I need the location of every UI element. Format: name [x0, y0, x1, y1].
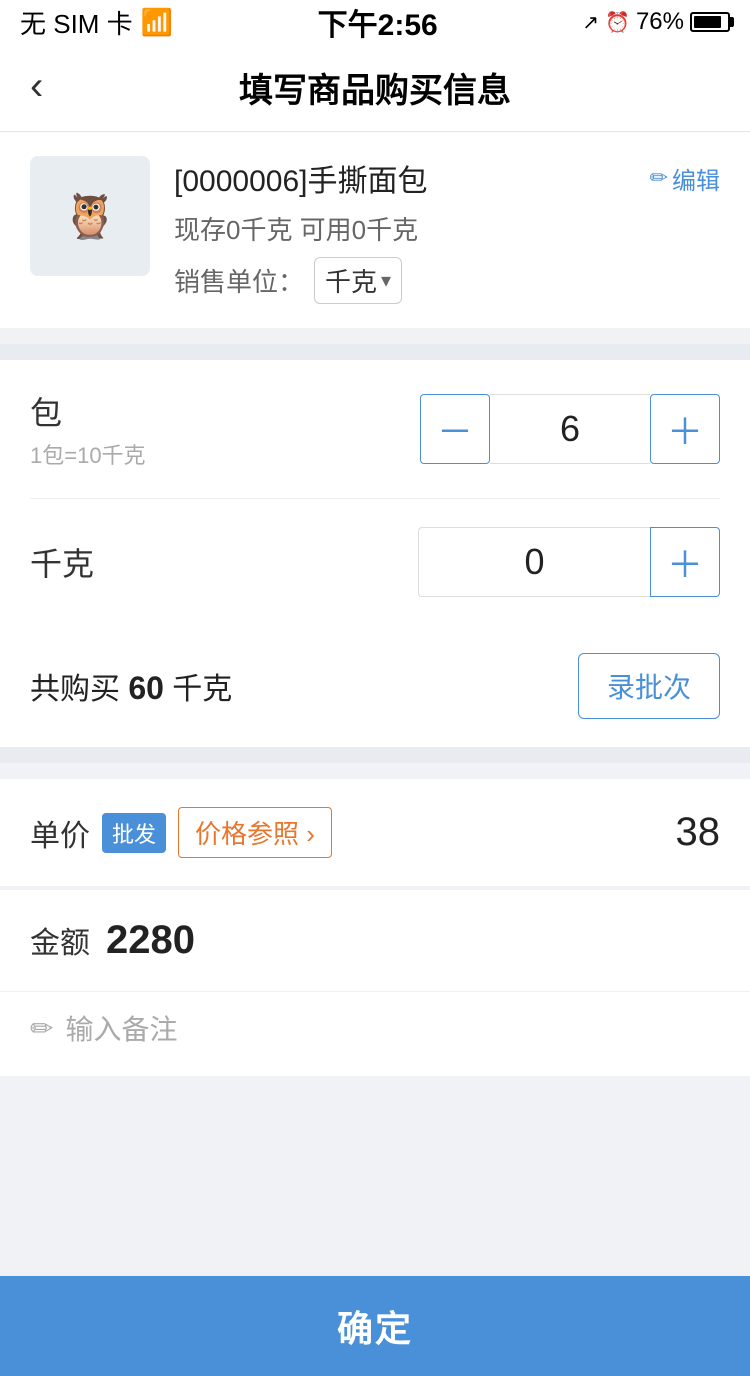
- amount-label: 金额: [30, 918, 90, 962]
- confirm-label: 确定: [337, 1300, 413, 1352]
- confirm-button[interactable]: 确定: [0, 1276, 750, 1376]
- kilo-quantity-input[interactable]: [418, 527, 650, 597]
- empty-area: [0, 1076, 750, 1276]
- page-title: 填写商品购买信息: [239, 63, 511, 112]
- status-carrier: 无 SIM 卡 📶: [20, 4, 173, 41]
- amount-row: 金额 2280: [0, 890, 750, 991]
- kilo-row: 千克 ＋: [30, 499, 720, 625]
- price-ref-button[interactable]: 价格参照 ›: [178, 807, 332, 858]
- package-hint: 1包=10千克: [30, 438, 420, 470]
- battery-icon: [690, 12, 730, 32]
- kilo-plus-button[interactable]: ＋: [650, 527, 720, 597]
- input-section: 包 1包=10千克 － ＋ 千克 ＋: [0, 360, 750, 625]
- unit-label: 销售单位：: [174, 262, 304, 299]
- remark-input[interactable]: 输入备注: [65, 1008, 177, 1048]
- section-divider-2: [0, 747, 750, 763]
- back-button[interactable]: ‹: [30, 66, 43, 106]
- amount-section: 金额 2280 ✏ 输入备注: [0, 890, 750, 1076]
- package-row: 包 1包=10千克 － ＋: [30, 360, 720, 499]
- status-bar: 无 SIM 卡 📶 下午2:56 ↗ ⏰ 76%: [0, 0, 750, 44]
- package-minus-button[interactable]: －: [420, 394, 490, 464]
- section-divider-1: [0, 344, 750, 360]
- remark-row[interactable]: ✏ 输入备注: [0, 991, 750, 1076]
- battery-level: 76%: [636, 8, 684, 36]
- unit-select[interactable]: 千克 ▾: [314, 257, 402, 304]
- chevron-down-icon: ▾: [381, 268, 391, 293]
- wifi-icon: 📶: [141, 7, 173, 38]
- product-image: 🦉: [30, 156, 150, 276]
- price-tag: 批发: [102, 813, 166, 853]
- batch-button[interactable]: 录批次: [578, 653, 720, 719]
- summary-text: 共购买 60 千克: [30, 664, 232, 708]
- product-card: 🦉 [0000006]手撕面包 ✏ 编辑 现存0千克 可用0千克 销售单位： 千…: [0, 132, 750, 328]
- price-section: 单价 批发 价格参照 › 38: [0, 779, 750, 886]
- edit-link[interactable]: ✏ 编辑: [650, 161, 720, 196]
- nav-bar: ‹ 填写商品购买信息: [0, 44, 750, 132]
- status-time: 下午2:56: [318, 0, 438, 44]
- product-stock: 现存0千克 可用0千克: [174, 210, 720, 247]
- status-right: ↗ ⏰ 76%: [582, 8, 730, 36]
- alarm-icon: ⏰: [605, 10, 630, 35]
- location-icon: ↗: [582, 10, 599, 35]
- edit-icon: ✏: [650, 165, 668, 191]
- pencil-icon: ✏: [30, 1012, 53, 1045]
- summary-section: 共购买 60 千克 录批次: [0, 625, 750, 747]
- price-label: 单价: [30, 811, 90, 855]
- product-info: [0000006]手撕面包 ✏ 编辑 现存0千克 可用0千克 销售单位： 千克 …: [174, 156, 720, 304]
- package-label: 包: [30, 388, 420, 434]
- product-name: [0000006]手撕面包: [174, 156, 427, 200]
- price-value: 38: [676, 810, 721, 855]
- package-plus-button[interactable]: ＋: [650, 394, 720, 464]
- kilo-label: 千克: [30, 539, 418, 585]
- product-logo-icon: 🦉: [63, 190, 118, 242]
- package-quantity-input[interactable]: [490, 394, 650, 464]
- amount-value: 2280: [106, 918, 195, 963]
